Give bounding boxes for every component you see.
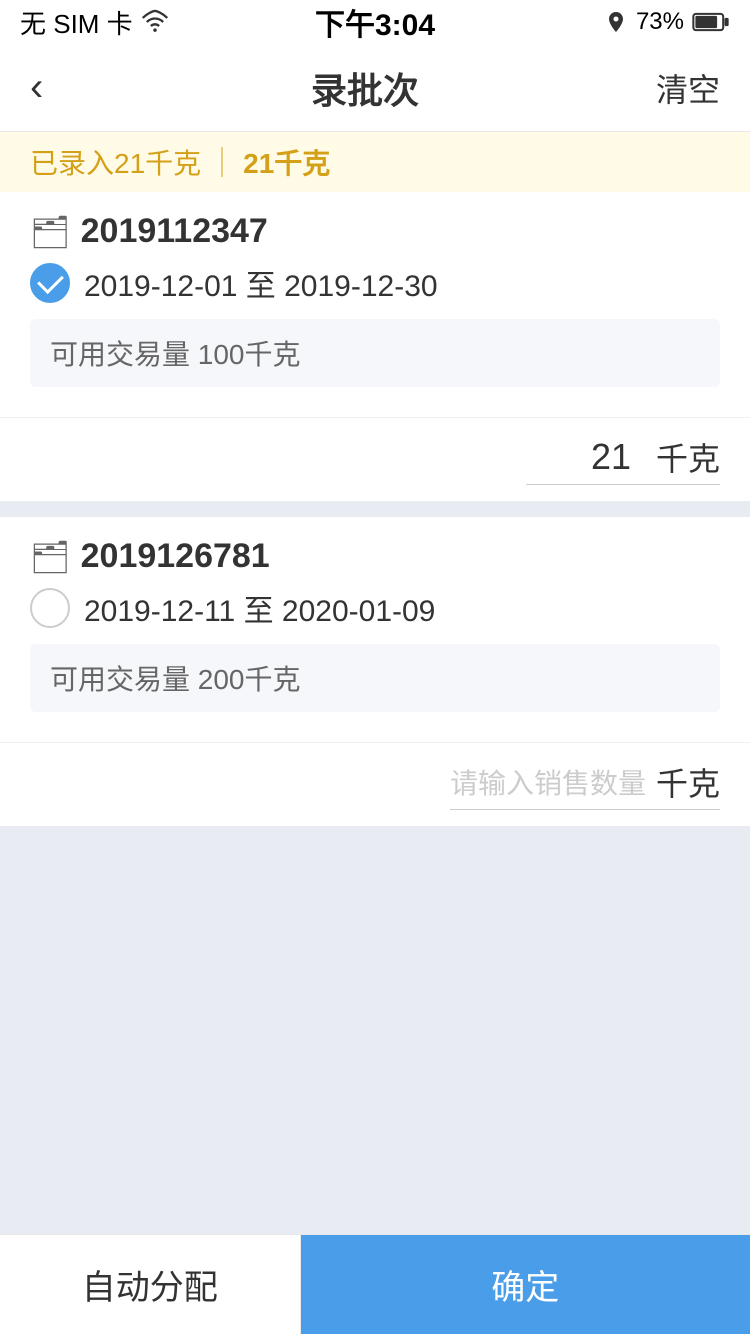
confirm-button[interactable]: 确定 xyxy=(301,1235,750,1334)
nav-bar: ‹ 录批次 清空 xyxy=(0,44,750,132)
quantity-input-wrapper-2[interactable]: 请输入销售数量 千克 xyxy=(450,759,720,810)
section-separator-2 xyxy=(0,826,750,1246)
quantity-input-wrapper-1[interactable]: 千克 xyxy=(526,434,720,485)
batch-radio-2[interactable] xyxy=(30,588,70,628)
status-bar: 无 SIM 卡 下午3:04 73% xyxy=(0,0,750,44)
unit-label-2: 千克 xyxy=(656,759,720,805)
carrier-text: 无 SIM 卡 xyxy=(20,4,133,41)
clear-button[interactable]: 清空 xyxy=(640,65,720,111)
info-banner: 已录入21千克 21千克 xyxy=(0,132,750,192)
batch-date-1: 2019-12-01 至 2019-12-30 xyxy=(84,261,438,305)
banner-divider xyxy=(221,147,223,177)
footer: 自动分配 确定 xyxy=(0,1234,750,1334)
auto-assign-button[interactable]: 自动分配 xyxy=(0,1235,301,1334)
recorded-amount-text: 已录入21千克 xyxy=(30,142,201,182)
status-left: 无 SIM 卡 xyxy=(20,4,169,41)
quantity-row-1: 千克 xyxy=(0,417,750,501)
status-time: 下午3:04 xyxy=(315,0,435,44)
page-title: 录批次 xyxy=(90,62,640,114)
back-button[interactable]: ‹ xyxy=(30,65,90,110)
batch-radio-1[interactable] xyxy=(30,263,70,303)
battery-icon xyxy=(692,12,730,32)
batch-item-2: 🗂 2019126781 2019-12-11 至 2020-01-09 可用交… xyxy=(0,517,750,826)
total-amount: 21千克 xyxy=(243,142,330,182)
batch-available-2: 可用交易量 200千克 xyxy=(30,644,720,712)
batch-id-1: 2019112347 xyxy=(81,212,268,251)
batch-available-1: 可用交易量 100千克 xyxy=(30,319,720,387)
section-separator-1 xyxy=(0,501,750,517)
unit-label-1: 千克 xyxy=(656,434,720,480)
wifi-icon xyxy=(141,8,169,36)
batch-icon-2: 🗂 xyxy=(30,538,71,576)
quantity-row-2: 请输入销售数量 千克 xyxy=(0,742,750,826)
batch-item-1: 🗂 2019112347 2019-12-01 至 2019-12-30 可用交… xyxy=(0,192,750,501)
status-right: 73% xyxy=(604,8,730,36)
batch-icon-1: 🗂 xyxy=(30,213,71,251)
quantity-input-1[interactable] xyxy=(526,436,646,478)
quantity-placeholder-2: 请输入销售数量 xyxy=(450,762,646,802)
batch-id-2: 2019126781 xyxy=(81,537,270,576)
battery-text: 73% xyxy=(636,8,684,36)
batch-date-2: 2019-12-11 至 2020-01-09 xyxy=(84,586,435,630)
location-icon xyxy=(604,10,628,34)
